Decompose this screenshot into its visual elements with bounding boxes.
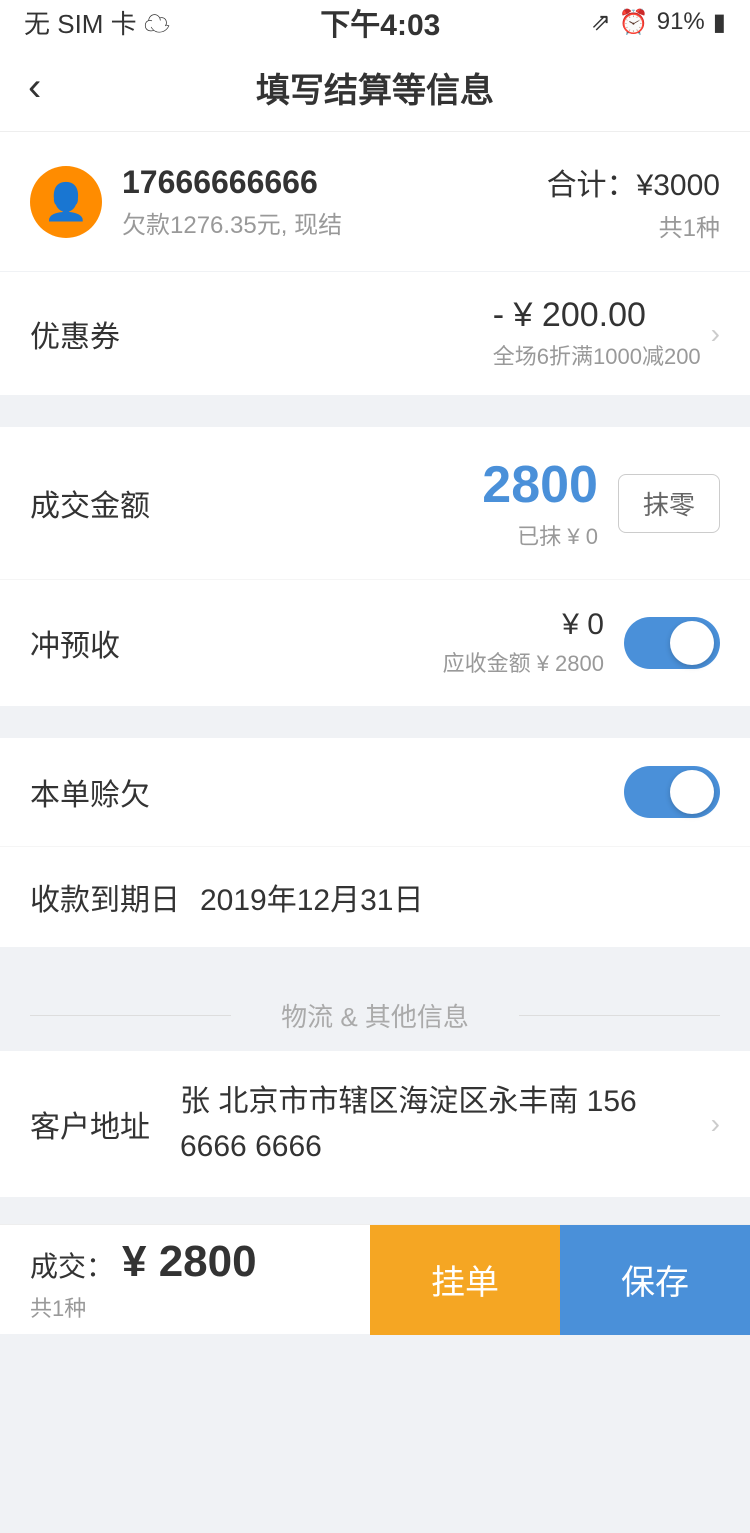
- battery-level: 91%: [657, 8, 705, 36]
- coupon-chevron-icon: ›: [711, 318, 720, 350]
- prepay-amount: ¥ 0 应收金额 ¥ 2800: [443, 608, 604, 678]
- prepay-label: 冲预收: [30, 621, 120, 665]
- coupon-detail: 全场6折满1000减200: [493, 339, 701, 371]
- owe-toggle[interactable]: [624, 766, 720, 818]
- bottom-deal-value: ¥ 2800: [122, 1237, 257, 1287]
- amount-row: 成交金额 2800 已抹 ¥ 0 抹零: [0, 427, 750, 580]
- user-count: 共1种: [547, 208, 720, 243]
- coupon-right: - ¥ 200.00 全场6折满1000减200 ›: [493, 296, 720, 371]
- status-left: 无 SIM 卡 ☁: [24, 4, 170, 41]
- save-button[interactable]: 保存: [560, 1225, 750, 1335]
- logistics-divider: 物流 & 其他信息: [0, 979, 750, 1051]
- location-icon: ⇗: [591, 8, 611, 37]
- user-total: 合计：¥3000: [547, 160, 720, 204]
- alarm-icon: ⏰: [619, 8, 649, 37]
- status-time: 下午4:03: [320, 0, 440, 44]
- amount-sub: 已抹 ¥ 0: [517, 519, 598, 551]
- user-row: 👤 17666666666 欠款1276.35元, 现结 合计：¥3000 共1…: [0, 132, 750, 271]
- user-info-text: 17666666666 欠款1276.35元, 现结: [122, 164, 342, 240]
- owe-label: 本单赊欠: [30, 770, 150, 814]
- address-chevron-icon: ›: [711, 1108, 720, 1140]
- coupon-row[interactable]: 优惠券 - ¥ 200.00 全场6折满1000减200 ›: [0, 271, 750, 395]
- date-label: 收款到期日: [30, 875, 180, 919]
- section-divider-3: [0, 963, 750, 979]
- address-content: 张 北京市市辖区海淀区永丰南 156 6666 6666: [180, 1079, 711, 1169]
- back-button[interactable]: ‹: [28, 65, 41, 110]
- prepay-toggle[interactable]: [624, 617, 720, 669]
- owe-card: 本单赊欠 收款到期日 2019年12月31日: [0, 738, 750, 947]
- user-right: 合计：¥3000 共1种: [547, 160, 720, 243]
- status-right: ⇗ ⏰ 91% ▮: [591, 8, 726, 37]
- owe-toggle-knob: [670, 770, 714, 814]
- prepay-toggle-knob: [670, 621, 714, 665]
- avatar: 👤: [30, 166, 102, 238]
- amount-right: 2800 已抹 ¥ 0 抹零: [482, 455, 720, 551]
- amount-center: 2800 已抹 ¥ 0: [482, 455, 598, 551]
- coupon-info: - ¥ 200.00 全场6折满1000减200: [493, 296, 701, 371]
- sim-status: 无 SIM 卡 ☁: [24, 4, 170, 41]
- prepay-right: ¥ 0 应收金额 ¥ 2800: [443, 608, 720, 678]
- section-divider-1: [0, 411, 750, 427]
- prepay-value: ¥ 0: [443, 608, 604, 642]
- battery-icon: ▮: [713, 8, 726, 37]
- logistics-text: 物流 & 其他信息: [281, 997, 469, 1034]
- amount-card: 成交金额 2800 已抹 ¥ 0 抹零 冲预收 ¥ 0 应收金额 ¥ 2800: [0, 427, 750, 706]
- address-row[interactable]: 客户地址 张 北京市市辖区海淀区永丰南 156 6666 6666 ›: [0, 1051, 750, 1197]
- hang-order-button[interactable]: 挂单: [370, 1225, 560, 1335]
- bottom-count: 共1种: [30, 1291, 340, 1323]
- prepay-sub: 应收金额 ¥ 2800: [443, 646, 604, 678]
- user-sub-text: 欠款1276.35元, 现结: [122, 205, 342, 240]
- logistics-line-left: [30, 1015, 231, 1016]
- date-row: 收款到期日 2019年12月31日: [0, 846, 750, 947]
- status-bar: 无 SIM 卡 ☁ 下午4:03 ⇗ ⏰ 91% ▮: [0, 0, 750, 44]
- user-phone: 17666666666: [122, 164, 342, 201]
- page-title: 填写结算等信息: [256, 63, 494, 112]
- user-info-card: 👤 17666666666 欠款1276.35元, 现结 合计：¥3000 共1…: [0, 132, 750, 395]
- address-value: 张 北京市市辖区海淀区永丰南 156 6666 6666: [180, 1079, 711, 1169]
- bottom-deal-label: 成交：: [30, 1245, 114, 1285]
- header: ‹ 填写结算等信息: [0, 44, 750, 132]
- bottom-deal: 成交： ¥ 2800: [30, 1237, 340, 1287]
- owe-row: 本单赊欠: [0, 738, 750, 846]
- prepay-row: 冲预收 ¥ 0 应收金额 ¥ 2800: [0, 580, 750, 706]
- bottom-bar: 成交： ¥ 2800 共1种 挂单 保存: [0, 1224, 750, 1334]
- amount-label: 成交金额: [30, 481, 150, 525]
- bottom-summary: 成交： ¥ 2800 共1种: [0, 1237, 370, 1323]
- logistics-line-right: [519, 1015, 720, 1016]
- amount-value: 2800: [482, 455, 598, 515]
- coupon-discount: - ¥ 200.00: [493, 296, 701, 335]
- round-zero-button[interactable]: 抹零: [618, 474, 720, 533]
- address-label: 客户地址: [30, 1102, 150, 1146]
- date-value: 2019年12月31日: [200, 875, 423, 919]
- coupon-label: 优惠券: [30, 312, 120, 356]
- section-divider-2: [0, 722, 750, 738]
- user-left: 👤 17666666666 欠款1276.35元, 现结: [30, 164, 342, 240]
